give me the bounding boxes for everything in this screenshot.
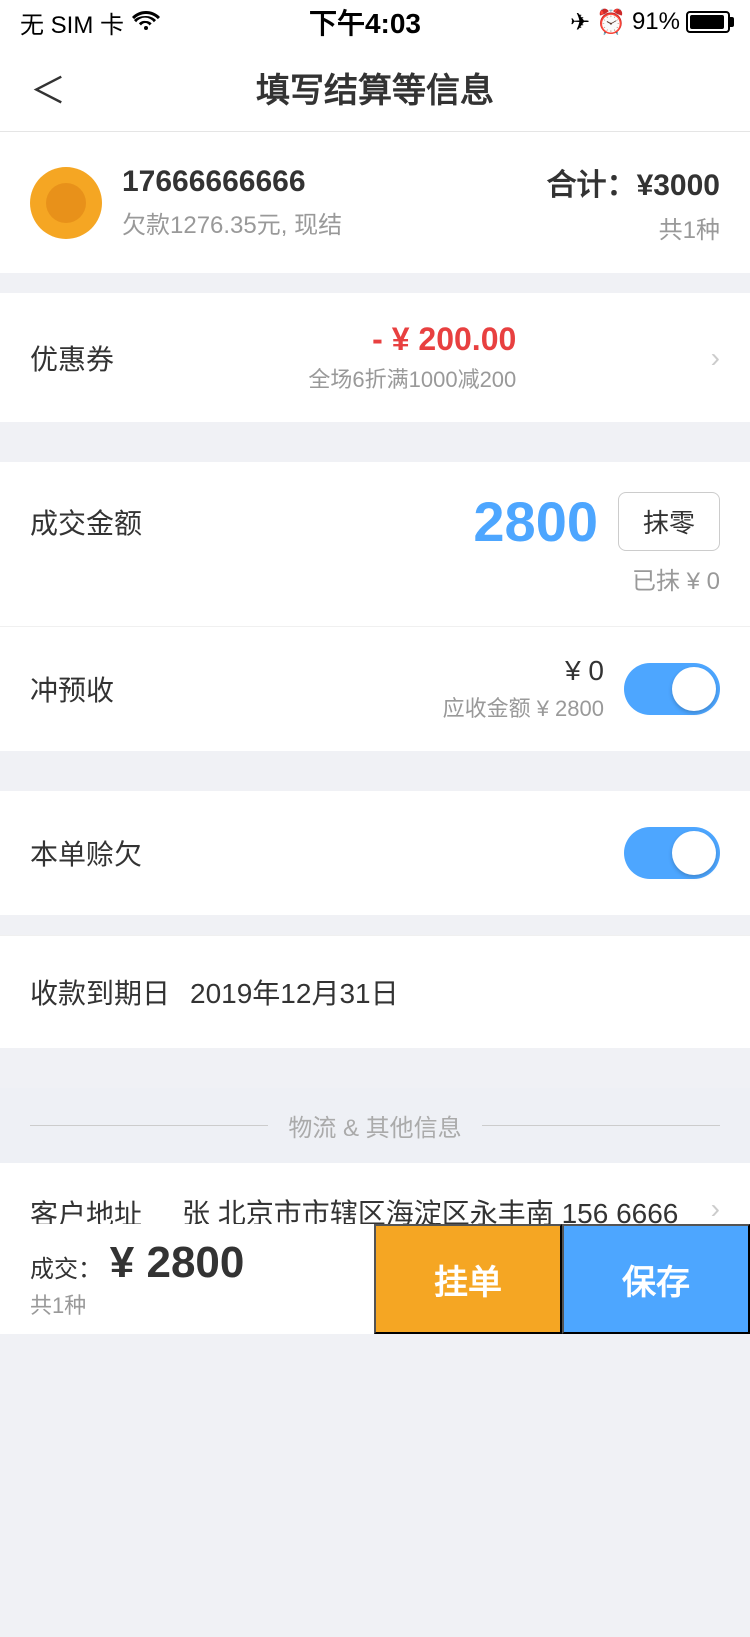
section-divider-2 [0, 771, 750, 791]
prereceive-sub: 应收金额 ¥ 2800 [443, 691, 604, 723]
coupon-label: 优惠券 [30, 338, 114, 378]
status-bar: 无 SIM 卡 下午4:03 ✈ ⏰ 91% [0, 0, 750, 44]
logistics-section-header: 物流 & 其他信息 [0, 1088, 750, 1163]
address-chevron: › [711, 1193, 720, 1225]
prereceive-amount: ¥ 0 [443, 655, 604, 687]
total-amount: 合计：¥3000 [547, 160, 720, 204]
customer-phone: 17666666666 [122, 165, 547, 199]
total-label: 合计： [547, 169, 637, 202]
debt-toggle-knob [672, 831, 716, 875]
bottom-spacer [0, 1327, 750, 1527]
page-header: ＜ 填写结算等信息 [0, 44, 750, 132]
carrier-text: 无 SIM 卡 [20, 5, 124, 40]
section-divider-3 [0, 1068, 750, 1088]
coupon-row[interactable]: 优惠券 - ¥ 200.00 全场6折满1000减200 › [0, 293, 750, 422]
coupon-right: - ¥ 200.00 全场6折满1000减200 [308, 321, 516, 394]
page-title: 填写结算等信息 [256, 63, 494, 112]
section-divider-1 [0, 442, 750, 462]
wifi-icon [132, 8, 160, 37]
due-date-label: 收款到期日 [30, 972, 170, 1012]
bottom-deal-sub: 共1种 [30, 1288, 344, 1320]
save-button[interactable]: 保存 [562, 1224, 750, 1334]
round-off-button[interactable]: 抹零 [618, 492, 720, 551]
deal-amount-row: 成交金额 2800 抹零 [30, 492, 720, 551]
deal-amount-label: 成交金额 [30, 502, 142, 542]
customer-details: 17666666666 欠款1276.35元, 现结 [122, 165, 547, 240]
status-time: 下午4:03 [309, 2, 421, 42]
debt-toggle[interactable] [624, 827, 720, 879]
bottom-deal-label-row: 成交： ¥ 2800 [30, 1238, 344, 1288]
prereceive-toggle[interactable] [624, 663, 720, 715]
customer-avatar [30, 167, 102, 239]
prereceive-amount-group: ¥ 0 应收金额 ¥ 2800 [443, 655, 604, 723]
prereceive-right: ¥ 0 应收金额 ¥ 2800 [443, 655, 720, 723]
battery-percent: 91% [632, 8, 680, 36]
prereceive-row: 冲预收 ¥ 0 应收金额 ¥ 2800 [0, 626, 750, 751]
prereceive-toggle-knob [672, 667, 716, 711]
due-date-row: 收款到期日 2019年12月31日 [0, 935, 750, 1048]
deal-sub: 已抹 ¥ 0 [632, 568, 720, 595]
bottom-deal-amount: ¥ 2800 [110, 1238, 245, 1287]
back-button[interactable]: ＜ [30, 62, 66, 114]
deal-amount-value: 2800 [473, 494, 598, 550]
battery-icon [686, 11, 730, 33]
alarm-icon: ⏰ [596, 8, 626, 37]
status-left: 无 SIM 卡 [20, 5, 160, 40]
logistics-header-text: 物流 & 其他信息 [288, 1108, 461, 1143]
coupon-desc: 全场6折满1000减200 [308, 362, 516, 394]
due-date-value: 2019年12月31日 [190, 972, 399, 1012]
customer-sub: 欠款1276.35元, 现结 [122, 205, 547, 240]
coupon-chevron: › [711, 342, 720, 374]
debt-label: 本单赊欠 [30, 833, 142, 873]
bottom-deal-label: 成交： [30, 1256, 102, 1283]
coupon-amount: - ¥ 200.00 [308, 321, 516, 358]
status-right: ✈ ⏰ 91% [570, 8, 730, 37]
deal-amount-section: 成交金额 2800 抹零 已抹 ¥ 0 [0, 462, 750, 626]
customer-total: 合计：¥3000 共1种 [547, 160, 720, 245]
hang-order-button[interactable]: 挂单 [374, 1224, 562, 1334]
debt-row: 本单赊欠 [0, 791, 750, 915]
bottom-deal-info: 成交： ¥ 2800 共1种 [0, 1238, 374, 1320]
total-sub: 共1种 [547, 210, 720, 245]
location-icon: ✈ [570, 8, 590, 37]
bottom-bar: 成交： ¥ 2800 共1种 挂单 保存 [0, 1224, 750, 1334]
customer-info-row: 17666666666 欠款1276.35元, 现结 合计：¥3000 共1种 [0, 132, 750, 273]
deal-right-group: 2800 抹零 [473, 492, 720, 551]
total-value: ¥3000 [637, 169, 720, 202]
prereceive-label: 冲预收 [30, 669, 114, 709]
